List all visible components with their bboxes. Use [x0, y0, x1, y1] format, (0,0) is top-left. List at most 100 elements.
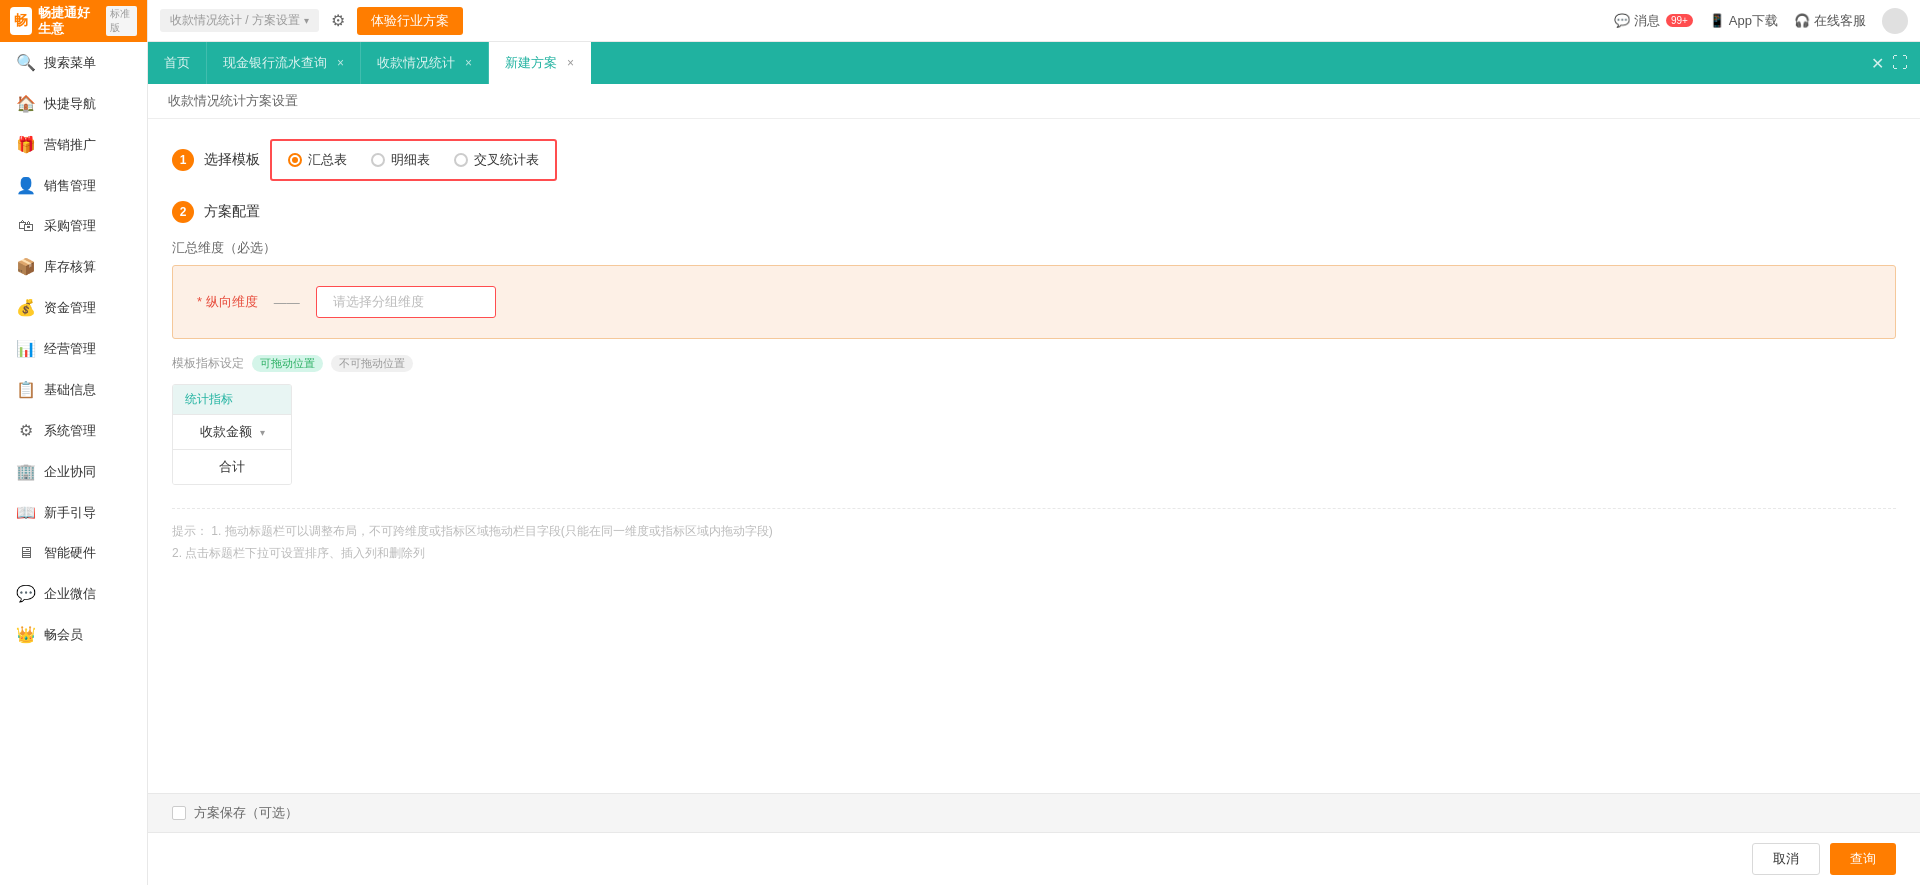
metrics-header-label: 统计指标 — [185, 391, 233, 408]
sidebar-item-inventory[interactable]: 📦 库存核算 — [0, 246, 147, 287]
draggable-hint-badge: 可拖动位置 — [252, 355, 323, 372]
close-window-icon[interactable]: ✕ — [1871, 54, 1884, 73]
gift-icon: 🎁 — [16, 135, 36, 154]
tab-new-plan-close-icon[interactable]: × — [567, 56, 574, 70]
notification-button[interactable]: 💬 消息 99+ — [1614, 12, 1693, 30]
radio-cross-input[interactable] — [454, 153, 468, 167]
radio-detail[interactable]: 明细表 — [371, 151, 430, 169]
tab-bank-flow-label: 现金银行流水查询 — [223, 54, 327, 72]
footer-bar: 取消 查询 — [148, 832, 1920, 885]
step1-header: 1 选择模板 汇总表 明细表 交叉统计表 — [172, 139, 1896, 181]
settings-icon: ⚙ — [16, 421, 36, 440]
save-checkbox[interactable] — [172, 806, 186, 820]
industry-solution-button[interactable]: 体验行业方案 — [357, 7, 463, 35]
breadcrumb[interactable]: 收款情况统计 / 方案设置 ▾ — [160, 9, 319, 32]
chat-icon: 💬 — [16, 584, 36, 603]
sidebar-item-wechat[interactable]: 💬 企业微信 — [0, 573, 147, 614]
radio-summary-label: 汇总表 — [308, 151, 347, 169]
app-download-button[interactable]: 📱 App下载 — [1709, 12, 1778, 30]
dimension-area: 纵向维度 —— 请选择分组维度 — [172, 265, 1896, 339]
query-button[interactable]: 查询 — [1830, 843, 1896, 875]
sidebar-item-label: 营销推广 — [44, 136, 96, 154]
sidebar-item-label: 畅会员 — [44, 626, 83, 644]
dimension-row: 纵向维度 —— 请选择分组维度 — [197, 286, 1871, 318]
save-option: 方案保存（可选） — [148, 793, 1920, 832]
sidebar-item-basic[interactable]: 📋 基础信息 — [0, 369, 147, 410]
tab-bank-flow-close-icon[interactable]: × — [337, 56, 344, 70]
tip-text-2: 2. 点击标题栏下拉可设置排序、插入列和删除列 — [172, 543, 1896, 565]
tab-controls: ✕ ⛶ — [1859, 54, 1920, 73]
sidebar-item-guide[interactable]: 📖 新手引导 — [0, 492, 147, 533]
notification-badge: 99+ — [1666, 14, 1693, 27]
sidebar-item-marketing[interactable]: 🎁 营销推广 — [0, 124, 147, 165]
sidebar-item-label: 企业微信 — [44, 585, 96, 603]
service-icon: 🎧 — [1794, 13, 1810, 28]
step1-section: 1 选择模板 汇总表 明细表 交叉统计表 — [172, 139, 1896, 181]
page-header: 收款情况统计方案设置 — [148, 84, 1920, 119]
sidebar-item-system[interactable]: ⚙ 系统管理 — [0, 410, 147, 451]
metrics-amount-label: 收款金额 — [200, 423, 252, 441]
online-service-button[interactable]: 🎧 在线客服 — [1794, 12, 1866, 30]
tabbar: 首页 现金银行流水查询 × 收款情况统计 × 新建方案 × ✕ ⛶ — [148, 42, 1920, 84]
sidebar-item-label: 快捷导航 — [44, 95, 96, 113]
sidebar-item-sales[interactable]: 👤 销售管理 — [0, 165, 147, 206]
sidebar-item-corp[interactable]: 🏢 企业协同 — [0, 451, 147, 492]
radio-cross[interactable]: 交叉统计表 — [454, 151, 539, 169]
content-area: 收款情况统计方案设置 1 选择模板 汇总表 明细表 — [148, 84, 1920, 885]
sidebar-item-finance[interactable]: 💰 资金管理 — [0, 287, 147, 328]
dimension-select[interactable]: 请选择分组维度 — [316, 286, 496, 318]
radio-detail-input[interactable] — [371, 153, 385, 167]
metrics-table: 统计指标 收款金额 ▾ 合计 — [172, 384, 292, 485]
tab-collection-stats-label: 收款情况统计 — [377, 54, 455, 72]
radio-detail-label: 明细表 — [391, 151, 430, 169]
radio-summary[interactable]: 汇总表 — [288, 151, 347, 169]
sidebar-item-label: 销售管理 — [44, 177, 96, 195]
building-icon: 🏢 — [16, 462, 36, 481]
breadcrumb-text: 收款情况统计 / 方案设置 — [170, 12, 300, 29]
settings-gear-icon[interactable]: ⚙ — [331, 11, 345, 30]
sidebar-item-member[interactable]: 👑 畅会员 — [0, 614, 147, 655]
form-area: 1 选择模板 汇总表 明细表 交叉统计表 — [148, 119, 1920, 793]
metrics-hint: 模板指标设定 可拖动位置 不可拖动位置 — [172, 355, 1896, 372]
tab-collection-stats-close-icon[interactable]: × — [465, 56, 472, 70]
book-icon: 📖 — [16, 503, 36, 522]
cancel-button[interactable]: 取消 — [1752, 843, 1820, 875]
sidebar-item-purchase[interactable]: 🛍 采购管理 — [0, 206, 147, 246]
tab-home[interactable]: 首页 — [148, 42, 207, 84]
tab-bank-flow[interactable]: 现金银行流水查询 × — [207, 42, 361, 84]
topbar: 收款情况统计 / 方案设置 ▾ ⚙ 体验行业方案 💬 消息 99+ 📱 App下… — [148, 0, 1920, 42]
user-avatar[interactable] — [1882, 8, 1908, 34]
metrics-row-total[interactable]: 合计 — [173, 450, 291, 484]
vertical-dimension-label: 纵向维度 — [197, 293, 258, 311]
logo-icon: 畅 — [10, 7, 32, 35]
tips-area: 提示： 1. 拖动标题栏可以调整布局，不可跨维度或指标区域拖动栏目字段(只能在同… — [172, 508, 1896, 576]
sidebar-item-label: 基础信息 — [44, 381, 96, 399]
tab-home-label: 首页 — [164, 54, 190, 72]
radio-summary-input[interactable] — [288, 153, 302, 167]
arrow-icon: —— — [274, 295, 300, 310]
topbar-right: 💬 消息 99+ 📱 App下载 🎧 在线客服 — [1614, 8, 1908, 34]
sidebar-item-label: 新手引导 — [44, 504, 96, 522]
sidebar-item-quick-nav[interactable]: 🏠 快捷导航 — [0, 83, 147, 124]
template-options: 汇总表 明细表 交叉统计表 — [270, 139, 557, 181]
tab-collection-stats[interactable]: 收款情况统计 × — [361, 42, 489, 84]
metrics-row-amount[interactable]: 收款金额 ▾ — [173, 415, 291, 450]
sidebar: 畅 畅捷通好生意 标准版 🔍 搜索菜单 🏠 快捷导航 🎁 营销推广 👤 销售管理… — [0, 0, 148, 885]
monitor-icon: 🖥 — [16, 544, 36, 562]
tab-new-plan[interactable]: 新建方案 × — [489, 42, 591, 84]
sidebar-item-operation[interactable]: 📊 经营管理 — [0, 328, 147, 369]
sidebar-logo: 畅 畅捷通好生意 标准版 — [0, 0, 147, 42]
maximize-window-icon[interactable]: ⛶ — [1892, 54, 1908, 72]
sidebar-badge: 标准版 — [106, 6, 137, 36]
chart-icon: 📊 — [16, 339, 36, 358]
metrics-table-header: 统计指标 — [173, 385, 291, 415]
sidebar-item-hardware[interactable]: 🖥 智能硬件 — [0, 533, 147, 573]
metrics-amount-dropdown-icon[interactable]: ▾ — [260, 427, 265, 438]
step2-num: 2 — [172, 201, 194, 223]
sidebar-item-search[interactable]: 🔍 搜索菜单 — [0, 42, 147, 83]
sidebar-item-label: 采购管理 — [44, 217, 96, 235]
sidebar-item-label: 搜索菜单 — [44, 54, 96, 72]
sidebar-nav: 🔍 搜索菜单 🏠 快捷导航 🎁 营销推广 👤 销售管理 🛍 采购管理 📦 库存核… — [0, 42, 147, 885]
bag-icon: 🛍 — [16, 217, 36, 235]
page-header-text: 收款情况统计方案设置 — [168, 93, 298, 108]
